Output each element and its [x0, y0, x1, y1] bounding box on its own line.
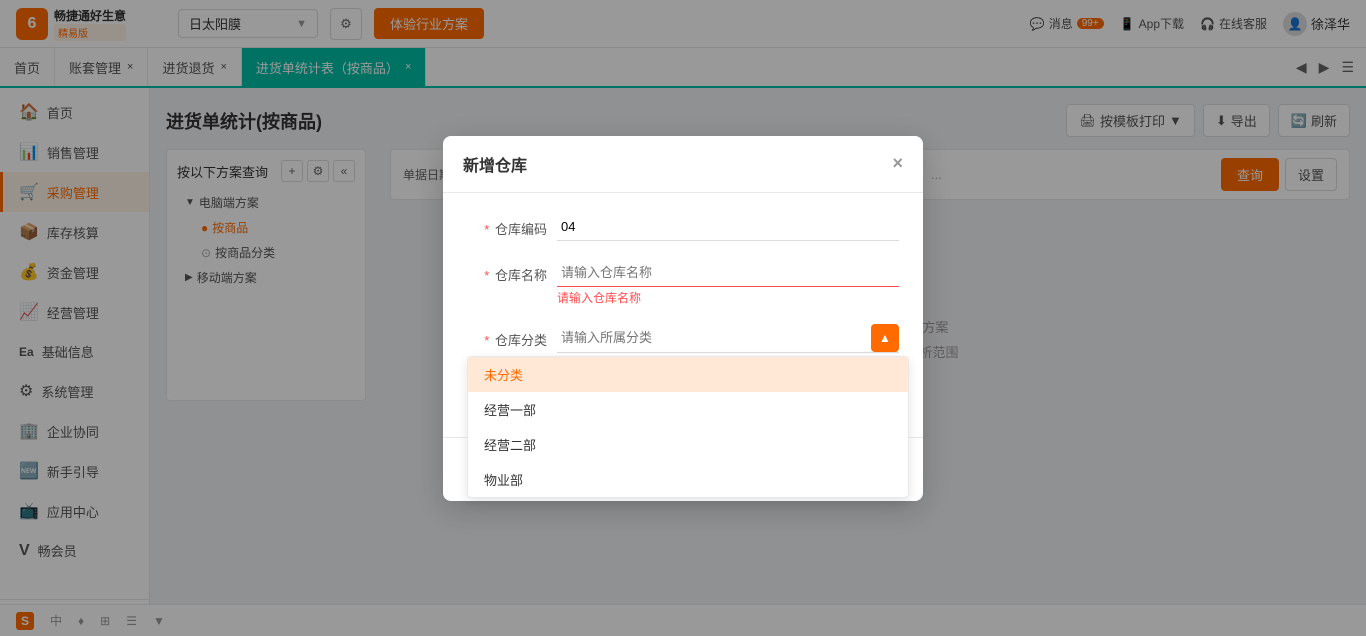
code-field-wrap: [557, 213, 899, 241]
chevron-up-icon: ▲: [879, 331, 891, 345]
category-dropdown-wrap: ▲ 未分类 经营一部 经营二部: [557, 324, 899, 353]
modal-body: * 仓库编码 * 仓库名称 请输入仓库名称: [443, 193, 923, 437]
code-required: *: [484, 222, 489, 237]
modal-header: 新增仓库 ×: [443, 136, 923, 193]
dropdown-item-2[interactable]: 经营二部: [468, 427, 908, 462]
code-label: * 仓库编码: [467, 213, 547, 238]
dropdown-item-0[interactable]: 未分类: [468, 357, 908, 392]
modal-overlay[interactable]: 新增仓库 × * 仓库编码 * 仓库名称: [0, 0, 1366, 636]
name-label: * 仓库名称: [467, 259, 547, 284]
form-row-name: * 仓库名称 请输入仓库名称: [467, 259, 899, 306]
category-input-row: ▲: [557, 324, 899, 353]
category-dropdown-toggle[interactable]: ▲: [871, 324, 899, 352]
form-row-code: * 仓库编码: [467, 213, 899, 241]
name-input[interactable]: [557, 259, 899, 287]
category-label: * 仓库分类: [467, 324, 547, 349]
name-error-message: 请输入仓库名称: [557, 289, 899, 306]
new-warehouse-modal: 新增仓库 × * 仓库编码 * 仓库名称: [443, 136, 923, 501]
modal-close-button[interactable]: ×: [892, 153, 903, 174]
category-required: *: [484, 333, 489, 348]
form-row-category: * 仓库分类 ▲ 未分类: [467, 324, 899, 353]
name-required: *: [484, 268, 489, 283]
dropdown-item-3[interactable]: 物业部: [468, 462, 908, 497]
code-input[interactable]: [557, 213, 899, 241]
name-field-wrap: 请输入仓库名称: [557, 259, 899, 306]
category-dropdown-list: 未分类 经营一部 经营二部 物业部: [467, 356, 909, 498]
dropdown-item-1[interactable]: 经营一部: [468, 392, 908, 427]
modal-title: 新增仓库: [463, 152, 527, 176]
category-input[interactable]: [557, 324, 871, 351]
